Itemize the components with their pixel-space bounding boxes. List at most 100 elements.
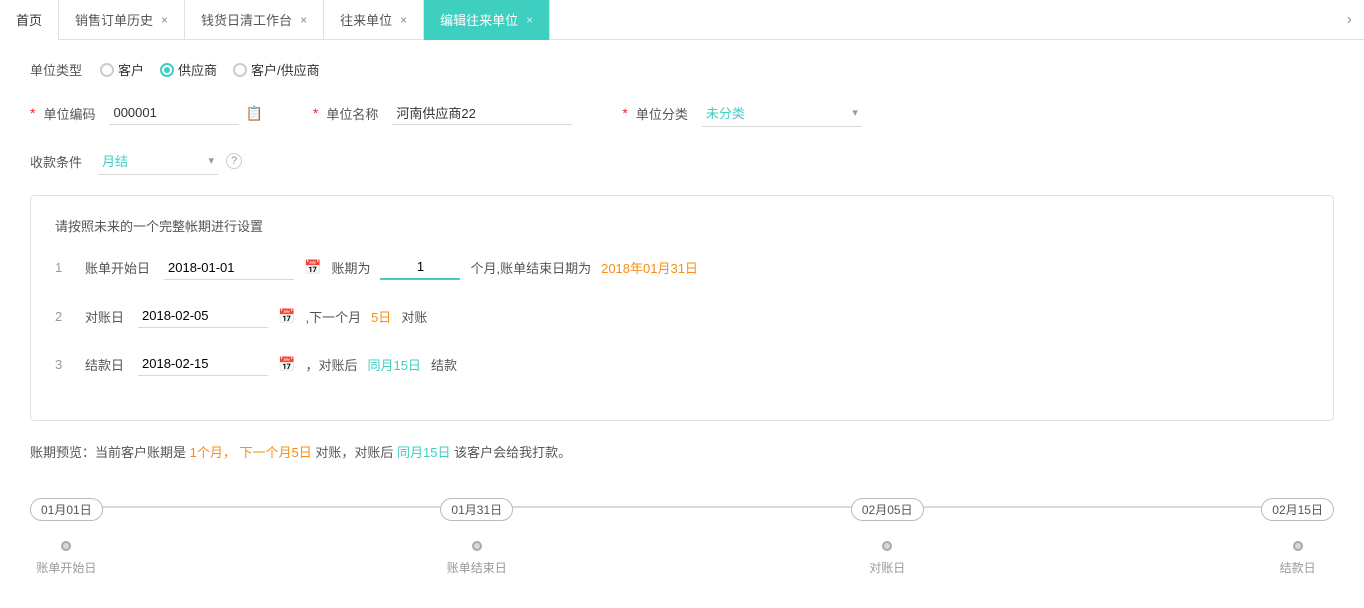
- unit-code-input[interactable]: [109, 101, 239, 125]
- row-label-1: 账单开始日: [85, 258, 150, 277]
- tab-edit-partner-label: 编辑往来单位: [440, 10, 518, 29]
- period-label-1: 账期为: [331, 258, 370, 277]
- row-num-3: 3: [55, 357, 75, 372]
- main-content: 单位类型 客户 供应商 客户/供应商 * 单位编码 📋 * 单位名称: [0, 40, 1364, 608]
- suffix-pre-2: ,下一个月: [305, 307, 361, 326]
- period-input-1[interactable]: [380, 255, 460, 280]
- setting-row-3: 3 结款日 📅 ，对账后 同月15日 结款: [55, 352, 1309, 376]
- timeline-point-3: 02月15日 结款日: [1261, 498, 1334, 576]
- tab-sales-history[interactable]: 销售订单历史 ×: [59, 0, 185, 40]
- payment-row: 收款条件 月结 ▾ ?: [30, 147, 1334, 175]
- tab-cash-work-label: 钱货日清工作台: [201, 10, 292, 29]
- payment-condition-chevron: ▾: [208, 154, 214, 167]
- radio-customer-supplier[interactable]: 客户/供应商: [233, 60, 320, 79]
- timeline-label-1: 账单结束日: [447, 559, 507, 576]
- unit-code-group: * 单位编码 📋: [30, 101, 263, 125]
- timeline: 01月01日 账单开始日 01月31日 账单结束日 02月05日 对账日 02月…: [30, 488, 1334, 586]
- timeline-point-2: 02月05日 对账日: [851, 498, 924, 576]
- radio-customer[interactable]: 客户: [100, 60, 144, 79]
- timeline-label-2: 对账日: [869, 559, 905, 576]
- setting-row-2: 2 对账日 📅 ,下一个月 5日 对账: [55, 304, 1309, 328]
- tab-bar: 首页 销售订单历史 × 钱货日清工作台 × 往来单位 × 编辑往来单位 × ›: [0, 0, 1364, 40]
- setting-row-1: 1 账单开始日 📅 账期为 个月,账单结束日期为 2018年01月31日: [55, 255, 1309, 280]
- timeline-circle-1: [472, 541, 482, 551]
- timeline-badge-1: 01月31日: [440, 498, 513, 521]
- timeline-label-0: 账单开始日: [36, 559, 96, 576]
- tab-more-arrow[interactable]: ›: [1335, 11, 1364, 29]
- help-icon[interactable]: ?: [226, 153, 242, 169]
- row-num-1: 1: [55, 260, 75, 275]
- radio-customer-supplier-label: 客户/供应商: [251, 60, 320, 79]
- suffix-post-2: 对账: [401, 307, 427, 326]
- payment-condition-select[interactable]: 月结 ▾: [98, 147, 218, 175]
- timeline-point-0: 01月01日 账单开始日: [30, 498, 103, 576]
- unit-code-star: *: [30, 105, 35, 121]
- unit-category-star: *: [622, 105, 627, 121]
- period-card: 请按照未来的一个完整帐期进行设置 1 账单开始日 📅 账期为 个月,账单结束日期…: [30, 195, 1334, 421]
- payment-condition-label: 收款条件: [30, 152, 82, 171]
- unit-category-select[interactable]: 未分类 ▾: [702, 99, 862, 127]
- suffix-highlight-2: 5日: [371, 307, 391, 326]
- preview-p1: 1个月，: [190, 445, 236, 460]
- suffix-post-3: 结款: [431, 355, 457, 374]
- radio-customer-circle: [100, 63, 114, 77]
- tab-edit-partner[interactable]: 编辑往来单位 ×: [424, 0, 550, 40]
- unit-info-row: * 单位编码 📋 * 单位名称 * 单位分类 未分类 ▾: [30, 99, 1334, 127]
- row-label-2: 对账日: [85, 307, 124, 326]
- tab-home[interactable]: 首页: [0, 0, 59, 40]
- tab-cash-work-close[interactable]: ×: [300, 13, 307, 27]
- unit-category-label: 单位分类: [636, 104, 688, 123]
- timeline-circle-2: [882, 541, 892, 551]
- unit-category-group: * 单位分类 未分类 ▾: [622, 99, 861, 127]
- radio-supplier-label: 供应商: [178, 60, 217, 79]
- timeline-badge-0: 01月01日: [30, 498, 103, 521]
- tab-sales-history-close[interactable]: ×: [161, 13, 168, 27]
- tab-partner-close[interactable]: ×: [400, 13, 407, 27]
- calendar-icon-1[interactable]: 📅: [304, 259, 321, 276]
- timeline-label-3: 结款日: [1280, 559, 1316, 576]
- tab-edit-partner-close[interactable]: ×: [526, 13, 533, 27]
- preview-p5: 该客户会给我打款。: [454, 445, 571, 460]
- date-input-2[interactable]: [138, 304, 268, 328]
- radio-customer-supplier-circle: [233, 63, 247, 77]
- radio-supplier[interactable]: 供应商: [160, 60, 217, 79]
- calendar-icon-3[interactable]: 📅: [278, 356, 295, 373]
- radio-supplier-circle: [160, 63, 174, 77]
- tab-home-label: 首页: [16, 10, 42, 29]
- timeline-badge-3: 02月15日: [1261, 498, 1334, 521]
- unit-type-label: 单位类型: [30, 60, 82, 79]
- row-label-3: 结款日: [85, 355, 124, 374]
- unit-category-value: 未分类: [706, 103, 852, 122]
- unit-code-label: 单位编码: [43, 104, 95, 123]
- timeline-badge-2: 02月05日: [851, 498, 924, 521]
- tab-partner-label: 往来单位: [340, 10, 392, 29]
- unit-name-group: * 单位名称: [313, 101, 572, 125]
- timeline-circle-3: [1293, 541, 1303, 551]
- preview-p4: 同月15日: [397, 445, 450, 460]
- period-date-1: 2018年01月31日: [601, 258, 698, 277]
- unit-name-star: *: [313, 105, 318, 121]
- preview-label: 账期预览：当前客户账期是: [30, 445, 186, 460]
- tab-partner[interactable]: 往来单位 ×: [324, 0, 424, 40]
- unit-code-copy-icon[interactable]: 📋: [245, 105, 262, 122]
- preview-p2: 下一个月5日: [240, 445, 312, 460]
- row-num-2: 2: [55, 309, 75, 324]
- timeline-circle-0: [61, 541, 71, 551]
- preview-section: 账期预览：当前客户账期是 1个月， 下一个月5日 对账，对账后 同月15日 该客…: [30, 441, 1334, 464]
- tab-sales-history-label: 销售订单历史: [75, 10, 153, 29]
- unit-name-label: 单位名称: [326, 104, 378, 123]
- suffix-pre-3: ，对账后: [305, 355, 357, 374]
- unit-type-row: 单位类型 客户 供应商 客户/供应商: [30, 60, 1334, 79]
- calendar-icon-2[interactable]: 📅: [278, 308, 295, 325]
- date-input-1[interactable]: [164, 256, 294, 280]
- radio-customer-label: 客户: [118, 60, 144, 79]
- unit-category-chevron: ▾: [852, 106, 858, 119]
- payment-condition-value: 月结: [102, 151, 208, 170]
- suffix-highlight-3: 同月15日: [367, 355, 420, 374]
- date-input-3[interactable]: [138, 352, 268, 376]
- unit-name-input[interactable]: [392, 101, 572, 125]
- card-instruction: 请按照未来的一个完整帐期进行设置: [55, 216, 1309, 235]
- tab-cash-work[interactable]: 钱货日清工作台 ×: [185, 0, 324, 40]
- unit-type-radio-group: 客户 供应商 客户/供应商: [100, 60, 320, 79]
- timeline-points: 01月01日 账单开始日 01月31日 账单结束日 02月05日 对账日 02月…: [30, 498, 1334, 576]
